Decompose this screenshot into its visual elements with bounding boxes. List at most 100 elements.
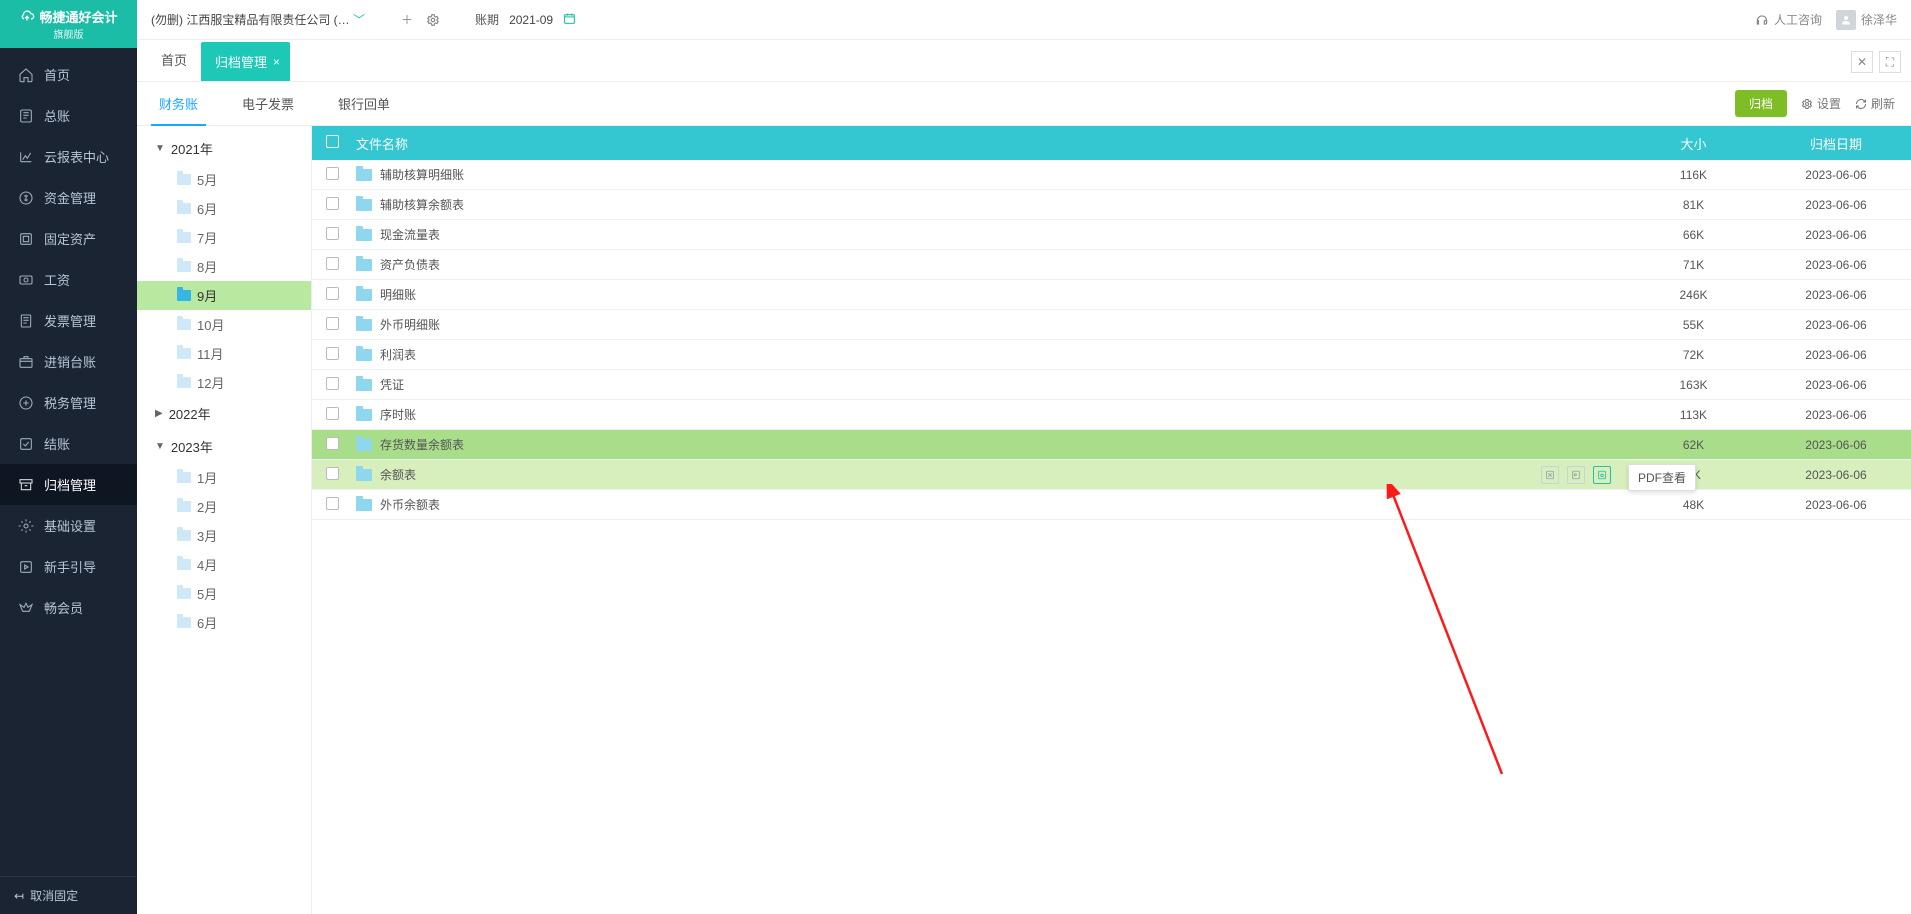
window-expand-icon[interactable]: ⛶ [1879,51,1901,73]
sidebar-item-home[interactable]: 首页 [0,54,137,95]
period-value[interactable]: 2021-09 [509,13,553,27]
file-size: 113K [1626,408,1761,422]
sidebar-item-invoice[interactable]: 发票管理 [0,300,137,341]
row-checkbox[interactable] [326,467,339,480]
table-row[interactable]: 凭证163K2023-06-06 [312,370,1911,400]
sidebar-item-tax[interactable]: 税务管理 [0,382,137,423]
guide-icon [18,559,34,575]
row-checkbox[interactable] [326,497,339,510]
support-link[interactable]: 人工咨询 [1755,11,1822,28]
tree-month[interactable]: 5月 [137,579,311,608]
unpin-sidebar[interactable]: ↤ 取消固定 [0,876,137,914]
salary-icon [18,272,34,288]
sidebar-item-salary[interactable]: 工资 [0,259,137,300]
headset-icon [1755,13,1769,27]
export-excel-icon[interactable] [1541,466,1559,484]
sidebar-item-asset[interactable]: 固定资产 [0,218,137,259]
row-checkbox[interactable] [326,197,339,210]
tab-home[interactable]: 首页 [147,40,201,81]
table-row[interactable]: 存货数量余额表62K2023-06-06 [312,430,1911,460]
year-tree: ▼2021年5月6月7月8月9月10月11月12月▶2022年▼2023年1月2… [137,126,312,914]
subtab-2[interactable]: 银行回单 [316,82,412,125]
folder-icon [356,259,372,271]
add-button[interactable]: ＋ [399,12,415,28]
avatar-icon [1836,10,1856,30]
company-selector[interactable]: (勿删) 江西服宝精品有限责任公司 (… ﹀ [151,11,365,28]
file-size: 246K [1626,288,1761,302]
sidebar-item-chart[interactable]: 云报表中心 [0,136,137,177]
table-row[interactable]: 外币明细账55K2023-06-06 [312,310,1911,340]
tree-month[interactable]: 11月 [137,339,311,368]
table-row[interactable]: 余额表3K2023-06-06PDF查看 [312,460,1911,490]
tree-month[interactable]: 12月 [137,368,311,397]
row-checkbox[interactable] [326,347,339,360]
tree-month[interactable]: 8月 [137,252,311,281]
archive-button[interactable]: 归档 [1735,90,1787,117]
close-icon[interactable]: × [273,55,280,69]
tree-year[interactable]: ▶2022年 [137,397,311,430]
subtab-0[interactable]: 财务账 [137,82,220,125]
folder-icon [177,617,191,628]
select-all-checkbox[interactable] [326,135,339,148]
sidebar-item-label: 基础设置 [44,516,96,535]
subtab-1[interactable]: 电子发票 [220,82,316,125]
row-checkbox[interactable] [326,437,339,450]
sidebar-item-close[interactable]: 结账 [0,423,137,464]
setting-icon [18,518,34,534]
tree-year[interactable]: ▼2023年 [137,430,311,463]
file-name: 存货数量余额表 [380,436,464,453]
tree-month[interactable]: 4月 [137,550,311,579]
user-menu[interactable]: 徐泽华 [1836,10,1897,30]
file-date: 2023-06-06 [1761,438,1911,452]
table-row[interactable]: 利润表72K2023-06-06 [312,340,1911,370]
window-close-icon[interactable]: ✕ [1851,51,1873,73]
gear-icon [1801,98,1813,110]
table-row[interactable]: 资产负债表71K2023-06-06 [312,250,1911,280]
col-size: 大小 [1626,134,1761,153]
file-name: 明细账 [380,286,416,303]
table-row[interactable]: 明细账246K2023-06-06 [312,280,1911,310]
folder-icon [356,469,372,481]
file-date: 2023-06-06 [1761,258,1911,272]
tax-icon [18,395,34,411]
sidebar-item-ledger[interactable]: 总账 [0,95,137,136]
sidebar-item-guide[interactable]: 新手引导 [0,546,137,587]
table-row[interactable]: 辅助核算明细账116K2023-06-06 [312,160,1911,190]
refresh-button[interactable]: 刷新 [1855,95,1895,112]
table-row[interactable]: 辅助核算余额表81K2023-06-06 [312,190,1911,220]
row-checkbox[interactable] [326,227,339,240]
tree-month[interactable]: 10月 [137,310,311,339]
calendar-icon[interactable] [563,12,576,28]
sidebar-item-vip[interactable]: 畅会员 [0,587,137,628]
table-row[interactable]: 现金流量表66K2023-06-06 [312,220,1911,250]
table-row[interactable]: 序时账113K2023-06-06 [312,400,1911,430]
tree-month[interactable]: 9月 [137,281,311,310]
settings-button[interactable]: 设置 [1801,95,1841,112]
company-settings-icon[interactable] [425,12,441,28]
sidebar-item-archive[interactable]: 归档管理 [0,464,137,505]
view-pdf-icon[interactable] [1593,466,1611,484]
tree-month[interactable]: 2月 [137,492,311,521]
table-row[interactable]: 外币余额表48K2023-06-06 [312,490,1911,520]
tab-archive[interactable]: 归档管理 × [201,42,290,81]
tree-month[interactable]: 5月 [137,165,311,194]
sidebar-item-setting[interactable]: 基础设置 [0,505,137,546]
tree-month[interactable]: 3月 [137,521,311,550]
home-icon [18,67,34,83]
row-checkbox[interactable] [326,257,339,270]
row-checkbox[interactable] [326,377,339,390]
row-checkbox[interactable] [326,287,339,300]
folder-icon [356,289,372,301]
sidebar-item-stock[interactable]: 进销台账 [0,341,137,382]
tree-month[interactable]: 1月 [137,463,311,492]
row-checkbox[interactable] [326,317,339,330]
tree-month[interactable]: 6月 [137,194,311,223]
sidebar-item-money[interactable]: 资金管理 [0,177,137,218]
row-checkbox[interactable] [326,407,339,420]
tree-month[interactable]: 7月 [137,223,311,252]
row-checkbox[interactable] [326,167,339,180]
tree-year[interactable]: ▼2021年 [137,132,311,165]
export-pdf-icon[interactable] [1567,466,1585,484]
folder-icon [177,261,191,272]
tree-month[interactable]: 6月 [137,608,311,637]
